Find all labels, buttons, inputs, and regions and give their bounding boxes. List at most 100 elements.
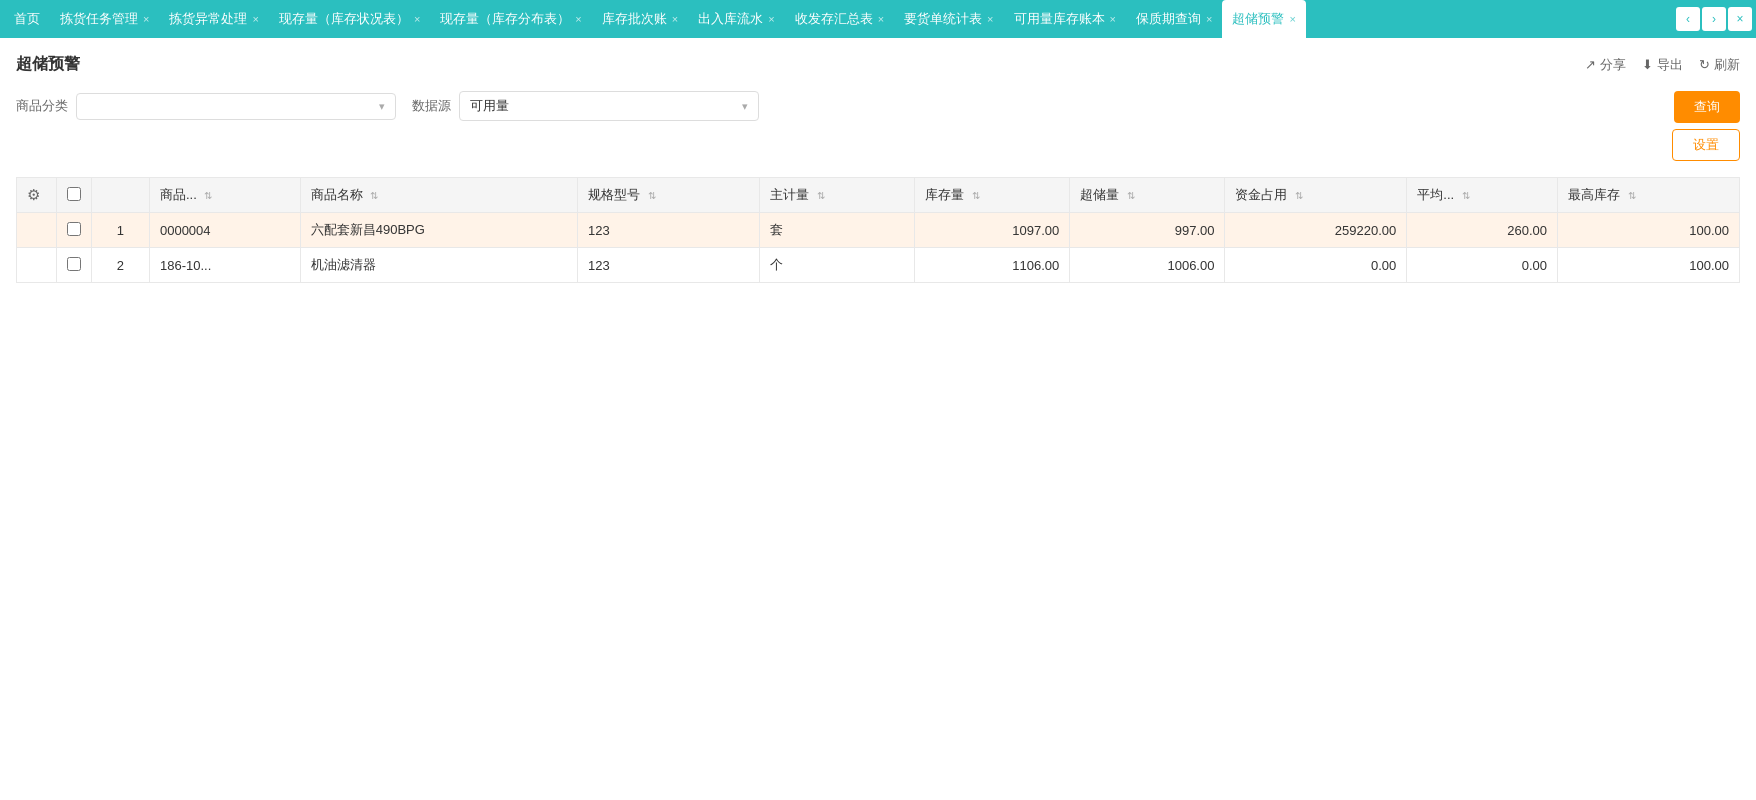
td-capital: 259220.00 <box>1225 213 1407 248</box>
nav-item-batch[interactable]: 库存批次账 × <box>592 0 688 38</box>
nav-item-exception[interactable]: 拣货异常处理 × <box>159 0 268 38</box>
td-unit: 个 <box>759 248 914 283</box>
close-icon[interactable]: × <box>672 13 678 25</box>
sort-icon: ⇅ <box>1462 190 1470 201</box>
td-row-num: 2 <box>92 248 150 283</box>
close-icon[interactable]: × <box>252 13 258 25</box>
sort-icon: ⇅ <box>648 190 656 201</box>
th-unit-label: 主计量 <box>770 187 809 202</box>
sort-icon: ⇅ <box>370 190 378 201</box>
data-table: ⚙ 商品... ⇅ 商品名称 ⇅ 规格型号 ⇅ <box>16 177 1740 283</box>
page-header: 超储预警 ↗ 分享 ⬇ 导出 ↻ 刷新 <box>16 54 1740 75</box>
header-actions: ↗ 分享 ⬇ 导出 ↻ 刷新 <box>1585 56 1740 74</box>
table-row: 1 0000004 六配套新昌490BPG 123 套 1097.00 997.… <box>17 213 1740 248</box>
td-code: 186-10... <box>149 248 300 283</box>
td-spec: 123 <box>578 213 760 248</box>
close-icon[interactable]: × <box>878 13 884 25</box>
sort-icon: ⇅ <box>1127 190 1135 201</box>
th-unit[interactable]: 主计量 ⇅ <box>759 178 914 213</box>
td-unit: 套 <box>759 213 914 248</box>
td-settings <box>17 213 57 248</box>
datasource-value: 可用量 <box>470 97 509 115</box>
settings-button[interactable]: 设置 <box>1672 129 1740 161</box>
th-capital[interactable]: 资金占用 ⇅ <box>1225 178 1407 213</box>
th-row-num <box>92 178 150 213</box>
close-icon[interactable]: × <box>1289 13 1295 25</box>
nav-item-inventory-status[interactable]: 现存量（库存状况表） × <box>269 0 430 38</box>
td-maxstock: 100.00 <box>1558 248 1740 283</box>
th-maxstock-label: 最高库存 <box>1568 187 1620 202</box>
nav-item-inventory-dist[interactable]: 现存量（库存分布表） × <box>430 0 591 38</box>
row-checkbox[interactable] <box>67 257 81 271</box>
th-avg-label: 平均... <box>1417 187 1454 202</box>
td-avg: 0.00 <box>1407 248 1558 283</box>
td-overstock: 997.00 <box>1070 213 1225 248</box>
th-code-label: 商品... <box>160 187 197 202</box>
nav-arrow-right[interactable]: › <box>1702 7 1726 31</box>
query-button[interactable]: 查询 <box>1674 91 1740 123</box>
chevron-down-icon: ▾ <box>742 100 748 113</box>
page-content: 超储预警 ↗ 分享 ⬇ 导出 ↻ 刷新 商品分类 ▾ <box>0 38 1756 800</box>
nav-item-expiry[interactable]: 保质期查询 × <box>1126 0 1222 38</box>
th-name[interactable]: 商品名称 ⇅ <box>300 178 577 213</box>
close-icon[interactable]: × <box>143 13 149 25</box>
td-avg: 260.00 <box>1407 213 1558 248</box>
td-stock: 1106.00 <box>915 248 1070 283</box>
chevron-down-icon: ▾ <box>379 100 385 113</box>
refresh-icon: ↻ <box>1699 57 1710 72</box>
th-settings: ⚙ <box>17 178 57 213</box>
sort-icon: ⇅ <box>204 190 212 201</box>
close-icon[interactable]: × <box>987 13 993 25</box>
category-label: 商品分类 <box>16 97 68 115</box>
td-overstock: 1006.00 <box>1070 248 1225 283</box>
datasource-label: 数据源 <box>412 97 451 115</box>
share-button[interactable]: ↗ 分享 <box>1585 56 1626 74</box>
category-select[interactable]: ▾ <box>76 93 396 120</box>
td-stock: 1097.00 <box>915 213 1070 248</box>
select-all-checkbox[interactable] <box>67 187 81 201</box>
th-spec-label: 规格型号 <box>588 187 640 202</box>
nav-arrow-close[interactable]: × <box>1728 7 1752 31</box>
close-icon[interactable]: × <box>414 13 420 25</box>
close-icon[interactable]: × <box>1206 13 1212 25</box>
th-overstock-label: 超储量 <box>1080 187 1119 202</box>
nav-item-home[interactable]: 首页 <box>4 0 50 38</box>
gear-icon[interactable]: ⚙ <box>27 186 40 203</box>
th-capital-label: 资金占用 <box>1235 187 1287 202</box>
export-icon: ⬇ <box>1642 57 1653 72</box>
nav-arrow-left[interactable]: ‹ <box>1676 7 1700 31</box>
th-name-label: 商品名称 <box>311 187 363 202</box>
td-checkbox <box>57 213 92 248</box>
filter-buttons: 查询 设置 <box>1672 91 1740 161</box>
nav-item-available[interactable]: 可用量库存账本 × <box>1004 0 1126 38</box>
refresh-button[interactable]: ↻ 刷新 <box>1699 56 1740 74</box>
td-name: 六配套新昌490BPG <box>300 213 577 248</box>
datasource-select[interactable]: 可用量 ▾ <box>459 91 759 121</box>
th-maxstock[interactable]: 最高库存 ⇅ <box>1558 178 1740 213</box>
close-icon[interactable]: × <box>575 13 581 25</box>
row-checkbox[interactable] <box>67 222 81 236</box>
share-icon: ↗ <box>1585 57 1596 72</box>
datasource-filter: 数据源 可用量 ▾ <box>412 91 759 121</box>
table-row: 2 186-10... 机油滤清器 123 个 1106.00 1006.00 … <box>17 248 1740 283</box>
td-capital: 0.00 <box>1225 248 1407 283</box>
sort-icon: ⇅ <box>1295 190 1303 201</box>
nav-item-overstock[interactable]: 超储预警 × <box>1222 0 1305 38</box>
nav-item-task[interactable]: 拣货任务管理 × <box>50 0 159 38</box>
sort-icon: ⇅ <box>972 190 980 201</box>
th-avg[interactable]: 平均... ⇅ <box>1407 178 1558 213</box>
sort-icon: ⇅ <box>817 190 825 201</box>
td-checkbox <box>57 248 92 283</box>
close-icon[interactable]: × <box>1110 13 1116 25</box>
th-stock[interactable]: 库存量 ⇅ <box>915 178 1070 213</box>
close-icon[interactable]: × <box>768 13 774 25</box>
nav-item-order-stat[interactable]: 要货单统计表 × <box>894 0 1003 38</box>
nav-item-summary[interactable]: 收发存汇总表 × <box>785 0 894 38</box>
th-overstock[interactable]: 超储量 ⇅ <box>1070 178 1225 213</box>
td-name: 机油滤清器 <box>300 248 577 283</box>
th-code[interactable]: 商品... ⇅ <box>149 178 300 213</box>
th-spec[interactable]: 规格型号 ⇅ <box>578 178 760 213</box>
export-button[interactable]: ⬇ 导出 <box>1642 56 1683 74</box>
nav-item-flow[interactable]: 出入库流水 × <box>688 0 784 38</box>
td-code: 0000004 <box>149 213 300 248</box>
